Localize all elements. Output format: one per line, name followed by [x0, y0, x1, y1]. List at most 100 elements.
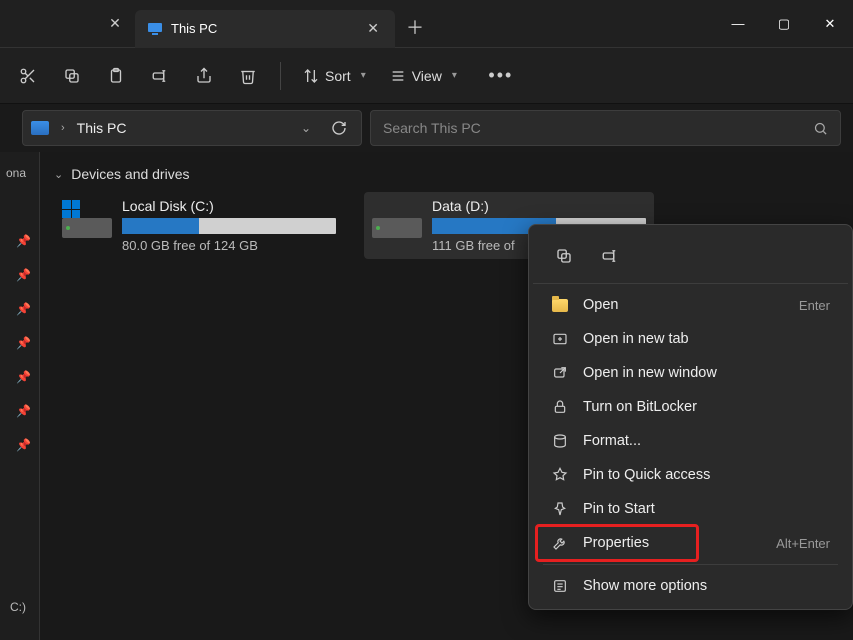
context-menu-more-options[interactable]: Show more options: [533, 569, 848, 603]
context-menu-format[interactable]: Format...: [533, 424, 848, 458]
external-icon: [552, 365, 568, 381]
context-menu-pin-quick-access[interactable]: Pin to Quick access: [533, 458, 848, 492]
rename-button[interactable]: [140, 56, 180, 96]
chevron-down-icon[interactable]: ⌄: [295, 121, 317, 135]
drive-item-c[interactable]: Local Disk (C:) 80.0 GB free of 124 GB: [54, 192, 344, 259]
chevron-down-icon: ⌄: [54, 168, 63, 181]
sort-icon: [303, 68, 319, 84]
titlebar: ✕ This PC ✕ ＋ — ▢ ✕: [0, 0, 853, 48]
minimize-button[interactable]: —: [715, 0, 761, 47]
drive-icon: [62, 198, 112, 238]
paste-button[interactable]: [96, 56, 136, 96]
menu-label: Show more options: [583, 578, 707, 594]
toolbar: Sort ▾ View ▾ •••: [0, 48, 853, 104]
search-icon: [813, 121, 828, 136]
view-icon: [390, 68, 406, 84]
context-menu-open[interactable]: Open Enter: [533, 288, 848, 322]
search-placeholder: Search This PC: [383, 120, 813, 136]
tab-this-pc[interactable]: This PC ✕: [135, 10, 395, 48]
folder-icon: [552, 299, 568, 312]
share-button[interactable]: [184, 56, 224, 96]
scissors-icon: [19, 67, 37, 85]
menu-label: Pin to Start: [583, 501, 655, 517]
trash-icon: [239, 67, 257, 85]
sidebar-pin-item[interactable]: 📌: [0, 224, 39, 258]
sidebar-pin-item[interactable]: 📌: [0, 360, 39, 394]
view-label: View: [412, 68, 442, 84]
refresh-button[interactable]: [325, 120, 353, 136]
menu-label: Format...: [583, 433, 641, 449]
drive-name: Local Disk (C:): [122, 198, 336, 214]
rename-icon: [601, 247, 619, 265]
menu-shortcut: Alt+Enter: [776, 536, 830, 551]
tab-icon: [552, 331, 568, 347]
section-title: Devices and drives: [71, 166, 189, 182]
storage-bar: [122, 218, 336, 234]
sidebar-pin-item[interactable]: 📌: [0, 394, 39, 428]
menu-label: Turn on BitLocker: [583, 399, 697, 415]
address-row: › This PC ⌄ Search This PC: [0, 104, 853, 152]
prev-tab-close[interactable]: ✕: [95, 0, 135, 47]
sidebar-pin-item[interactable]: 📌: [0, 428, 39, 462]
context-menu-open-new-tab[interactable]: Open in new tab: [533, 322, 848, 356]
rename-icon: [151, 67, 169, 85]
sidebar-pin-item[interactable]: 📌: [0, 258, 39, 292]
copy-button[interactable]: [547, 239, 581, 273]
chevron-down-icon: ▾: [452, 70, 457, 81]
copy-icon: [555, 247, 573, 265]
context-menu: Open Enter Open in new tab Open in new w…: [528, 224, 853, 610]
copy-button[interactable]: [52, 56, 92, 96]
breadcrumb[interactable]: This PC: [77, 120, 287, 136]
rename-button[interactable]: [593, 239, 627, 273]
view-button[interactable]: View ▾: [380, 56, 467, 96]
context-menu-quick-actions: [533, 231, 848, 284]
sort-label: Sort: [325, 68, 351, 84]
copy-icon: [63, 67, 81, 85]
context-menu-bitlocker[interactable]: Turn on BitLocker: [533, 390, 848, 424]
menu-label: Pin to Quick access: [583, 467, 710, 483]
share-icon: [195, 67, 213, 85]
sidebar-pin-item[interactable]: 📌: [0, 292, 39, 326]
window-controls: — ▢ ✕: [715, 0, 853, 47]
drive-name: Data (D:): [432, 198, 646, 214]
tab-label: This PC: [171, 21, 355, 36]
refresh-icon: [331, 120, 347, 136]
menu-separator: [543, 564, 838, 565]
menu-label: Properties: [583, 535, 649, 551]
toolbar-separator: [280, 62, 281, 90]
search-input[interactable]: Search This PC: [370, 110, 841, 146]
menu-label: Open in new window: [583, 365, 717, 381]
close-button[interactable]: ✕: [807, 0, 853, 47]
context-menu-pin-start[interactable]: Pin to Start: [533, 492, 848, 526]
delete-button[interactable]: [228, 56, 268, 96]
maximize-button[interactable]: ▢: [761, 0, 807, 47]
close-icon[interactable]: ✕: [363, 16, 383, 41]
lock-icon: [552, 399, 568, 415]
sidebar-item-c[interactable]: C:): [4, 594, 32, 620]
menu-label: Open: [583, 297, 618, 313]
ellipsis-icon: •••: [488, 65, 513, 86]
monitor-icon: [147, 21, 163, 37]
monitor-icon: [31, 121, 49, 135]
pin-icon: [552, 501, 568, 517]
cut-button[interactable]: [8, 56, 48, 96]
drive-icon: [372, 198, 422, 238]
sidebar-item-persona[interactable]: ona: [0, 162, 39, 184]
pin-icon: [552, 467, 568, 483]
sidebar: ona 📌 📌 📌 📌 📌 📌 📌: [0, 152, 40, 640]
menu-label: Open in new tab: [583, 331, 689, 347]
menu-shortcut: Enter: [799, 298, 830, 313]
disk-icon: [552, 433, 568, 449]
section-header-devices[interactable]: ⌄ Devices and drives: [54, 162, 839, 192]
sidebar-pin-item[interactable]: 📌: [0, 326, 39, 360]
context-menu-properties[interactable]: Properties Alt+Enter: [533, 526, 848, 560]
address-bar[interactable]: › This PC ⌄: [22, 110, 362, 146]
sort-button[interactable]: Sort ▾: [293, 56, 376, 96]
new-tab-button[interactable]: ＋: [395, 14, 435, 40]
context-menu-open-new-window[interactable]: Open in new window: [533, 356, 848, 390]
drive-free-text: 80.0 GB free of 124 GB: [122, 238, 336, 253]
more-button[interactable]: •••: [481, 56, 521, 96]
wrench-icon: [552, 535, 568, 551]
tab-strip: ✕ This PC ✕ ＋: [0, 0, 715, 47]
paste-icon: [107, 67, 125, 85]
